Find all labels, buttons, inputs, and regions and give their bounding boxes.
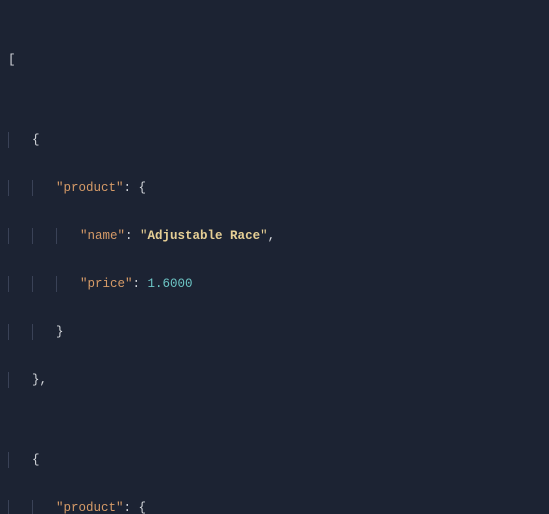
key-product: "product"	[56, 180, 124, 196]
json-line: "price": 1.6000	[8, 276, 541, 292]
key-product: "product"	[56, 500, 124, 514]
json-line: [	[8, 52, 541, 68]
brace-close-comma: },	[32, 372, 47, 388]
key-name: "name"	[80, 228, 125, 244]
json-line: "name": "Adjustable Race",	[8, 228, 541, 244]
bracket-open: [	[8, 52, 16, 68]
key-price: "price"	[80, 276, 133, 292]
json-line: {	[8, 132, 541, 148]
json-line: },	[8, 372, 541, 388]
brace-open: {	[32, 452, 40, 468]
json-line: "product": {	[8, 500, 541, 514]
json-line: {	[8, 452, 541, 468]
json-editor[interactable]: [ { "product": { "name": "Adjustable Rac…	[0, 0, 549, 514]
brace-close: }	[56, 324, 64, 340]
value-price: 1.6000	[148, 276, 193, 292]
json-line: }	[8, 324, 541, 340]
value-name: Adjustable Race	[148, 228, 261, 244]
brace-open: {	[32, 132, 40, 148]
json-line: "product": {	[8, 180, 541, 196]
